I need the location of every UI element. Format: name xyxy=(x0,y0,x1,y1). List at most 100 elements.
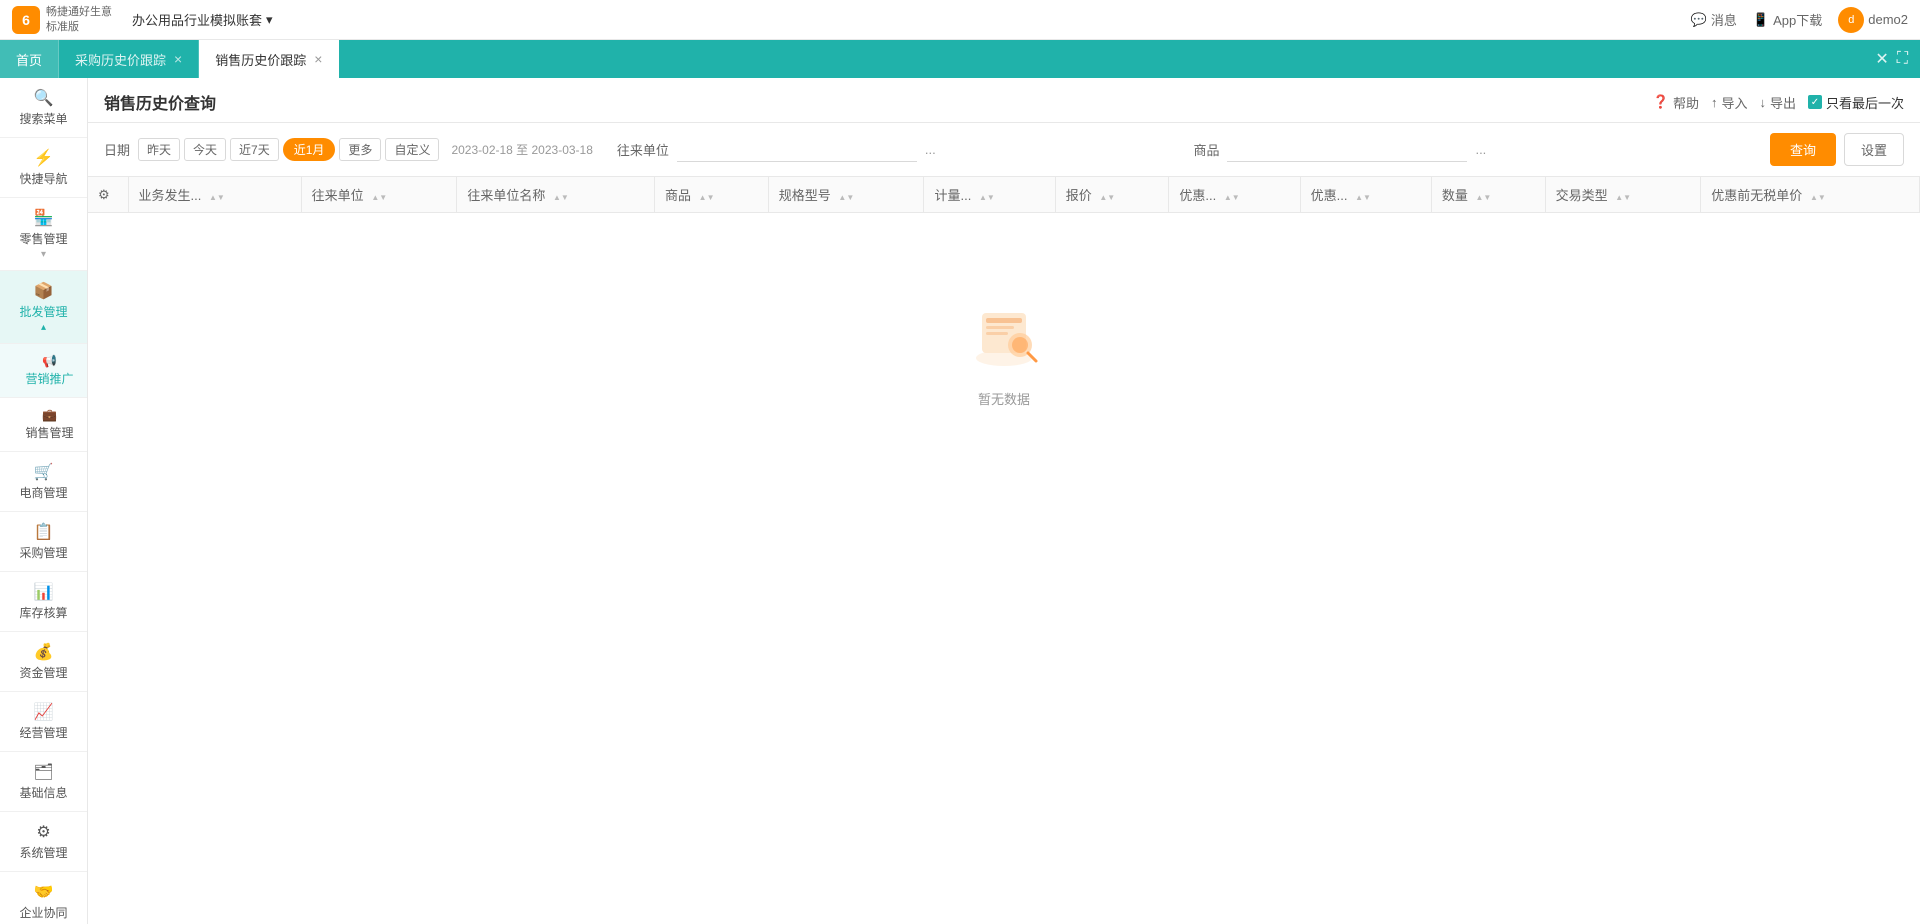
operations-icon: 📈 xyxy=(34,702,54,722)
col-from-unit[interactable]: 往来单位 ▲▼ xyxy=(301,177,457,213)
sidebar-item-purchase[interactable]: 📋 采购管理 xyxy=(0,512,87,572)
help-button[interactable]: ❓ 帮助 xyxy=(1653,93,1699,112)
message-button[interactable]: 💬 消息 xyxy=(1691,10,1737,29)
col-spec[interactable]: 规格型号 ▲▼ xyxy=(768,177,924,213)
col-settings: ⚙ xyxy=(88,177,128,213)
col-unit[interactable]: 计量... ▲▼ xyxy=(924,177,1055,213)
retail-icon: 🏪 xyxy=(34,208,54,228)
sort-discount1[interactable]: ▲▼ xyxy=(1224,194,1240,202)
main-layout: 🔍 搜索菜单 ⚡ 快捷导航 🏪 零售管理 ▾ 📦 批发管理 ▴ 📢 营销推广 💼… xyxy=(0,78,1920,924)
phone-icon: 📱 xyxy=(1753,12,1769,28)
sidebar-item-enterprise[interactable]: 🤝 企业协同 xyxy=(0,872,87,924)
sort-biz-date[interactable]: ▲▼ xyxy=(209,194,225,202)
chevron-up-icon: ▴ xyxy=(41,322,46,333)
app-download-button[interactable]: 📱 App下载 xyxy=(1753,10,1822,29)
help-icon: ❓ xyxy=(1653,94,1669,110)
close-all-tabs-button[interactable]: ✕ xyxy=(1875,49,1888,69)
col-biz-date[interactable]: 业务发生... ▲▼ xyxy=(128,177,301,213)
data-table: ⚙ 业务发生... ▲▼ 往来单位 ▲▼ 往来单位名称 ▲▼ xyxy=(88,177,1920,213)
sidebar-item-finance[interactable]: 💰 资金管理 xyxy=(0,632,87,692)
sort-unit[interactable]: ▲▼ xyxy=(979,194,995,202)
export-icon: ↓ xyxy=(1759,95,1766,110)
product-label: 商品 xyxy=(1193,140,1219,159)
empty-text: 暂无数据 xyxy=(978,389,1030,408)
sort-from-unit-name[interactable]: ▲▼ xyxy=(553,194,569,202)
sidebar-item-basic[interactable]: 🗂 基础信息 xyxy=(0,752,87,812)
col-discount2[interactable]: 优惠... ▲▼ xyxy=(1300,177,1431,213)
top-bar-left: 6 畅捷通好生意 标准版 办公用品行业模拟账套 ▾ xyxy=(12,5,273,34)
col-pretax-price[interactable]: 优惠前无税单价 ▲▼ xyxy=(1701,177,1920,213)
date-btn-7days[interactable]: 近7天 xyxy=(230,138,279,161)
sort-spec[interactable]: ▲▼ xyxy=(838,194,854,202)
sort-trade-type[interactable]: ▲▼ xyxy=(1615,194,1631,202)
sidebar-item-wholesale[interactable]: 📦 批发管理 ▴ xyxy=(0,271,87,344)
top-bar: 6 畅捷通好生意 标准版 办公用品行业模拟账套 ▾ 💬 消息 📱 App下载 d… xyxy=(0,0,1920,40)
top-bar-right: 💬 消息 📱 App下载 d demo2 xyxy=(1691,7,1908,33)
wholesale-icon: 📦 xyxy=(34,281,54,301)
basic-icon: 🗂 xyxy=(33,762,53,782)
from-unit-input[interactable] xyxy=(677,138,917,162)
date-btn-today[interactable]: 今天 xyxy=(184,138,226,161)
tab-purchase-close[interactable]: × xyxy=(174,51,182,67)
import-button[interactable]: ↑ 导入 xyxy=(1711,93,1748,112)
sidebar-item-operations[interactable]: 📈 经营管理 xyxy=(0,692,87,752)
tab-sales-close[interactable]: × xyxy=(314,51,322,67)
sidebar-subitem-marketing[interactable]: 📢 营销推广 xyxy=(0,344,87,398)
export-button[interactable]: ↓ 导出 xyxy=(1759,93,1796,112)
date-btn-more[interactable]: 更多 xyxy=(339,138,381,161)
sort-product[interactable]: ▲▼ xyxy=(699,194,715,202)
only-last-checkbox-label[interactable]: ✓ 只看最后一次 xyxy=(1808,93,1904,112)
date-btn-custom[interactable]: 自定义 xyxy=(385,138,439,161)
chevron-down-icon: ▾ xyxy=(41,249,46,260)
sort-from-unit[interactable]: ▲▼ xyxy=(371,194,387,202)
sort-pretax-price[interactable]: ▲▼ xyxy=(1810,194,1826,202)
maximize-button[interactable]: ⛶ xyxy=(1897,50,1908,68)
filter-actions: 查询 设置 xyxy=(1770,133,1904,166)
logo-area: 6 畅捷通好生意 标准版 xyxy=(12,5,112,34)
product-input[interactable] xyxy=(1227,138,1467,162)
col-product[interactable]: 商品 ▲▼ xyxy=(655,177,769,213)
company-selector[interactable]: 办公用品行业模拟账套 ▾ xyxy=(132,10,273,29)
finance-icon: 💰 xyxy=(34,642,54,662)
table-header-row: ⚙ 业务发生... ▲▼ 往来单位 ▲▼ 往来单位名称 ▲▼ xyxy=(88,177,1920,213)
table-wrapper: ⚙ 业务发生... ▲▼ 往来单位 ▲▼ 往来单位名称 ▲▼ xyxy=(88,177,1920,924)
from-unit-label: 往来单位 xyxy=(617,140,669,159)
page-header: 销售历史价查询 ❓ 帮助 ↑ 导入 ↓ 导出 ✓ xyxy=(88,78,1920,123)
col-discount1[interactable]: 优惠... ▲▼ xyxy=(1169,177,1300,213)
col-quote[interactable]: 报价 ▲▼ xyxy=(1055,177,1169,213)
tab-home[interactable]: 首页 xyxy=(0,40,59,78)
col-trade-type[interactable]: 交易类型 ▲▼ xyxy=(1545,177,1701,213)
col-from-unit-name[interactable]: 往来单位名称 ▲▼ xyxy=(457,177,655,213)
ecommerce-icon: 🛒 xyxy=(34,462,54,482)
sidebar-item-inventory[interactable]: 📊 库存核算 xyxy=(0,572,87,632)
sidebar-item-shortcut[interactable]: ⚡ 快捷导航 xyxy=(0,138,87,198)
col-qty[interactable]: 数量 ▲▼ xyxy=(1431,177,1545,213)
filter-row: 日期 昨天 今天 近7天 近1月 更多 自定义 2023-02-18 至 202… xyxy=(88,123,1920,177)
sort-discount2[interactable]: ▲▼ xyxy=(1355,194,1371,202)
message-icon: 💬 xyxy=(1691,12,1707,28)
tab-sales[interactable]: 销售历史价跟踪 × xyxy=(199,40,339,78)
sort-qty[interactable]: ▲▼ xyxy=(1476,194,1492,202)
page-title: 销售历史价查询 xyxy=(104,90,216,114)
settings-button[interactable]: 设置 xyxy=(1844,133,1904,166)
user-menu[interactable]: d demo2 xyxy=(1838,7,1908,33)
sidebar-subitem-sales-mgmt[interactable]: 💼 销售管理 xyxy=(0,398,87,452)
tab-purchase[interactable]: 采购历史价跟踪 × xyxy=(59,40,199,78)
sidebar-item-system[interactable]: ⚙ 系统管理 xyxy=(0,812,87,872)
date-buttons: 昨天 今天 近7天 近1月 更多 自定义 xyxy=(138,138,439,161)
from-unit-filter-group: 往来单位 ... xyxy=(617,138,1170,162)
sidebar-item-retail[interactable]: 🏪 零售管理 ▾ xyxy=(0,198,87,271)
date-btn-yesterday[interactable]: 昨天 xyxy=(138,138,180,161)
product-picker-button[interactable]: ... xyxy=(1475,142,1486,157)
sort-quote[interactable]: ▲▼ xyxy=(1099,194,1115,202)
settings-icon[interactable]: ⚙ xyxy=(98,187,110,202)
only-last-checkbox[interactable]: ✓ xyxy=(1808,95,1822,109)
avatar: d xyxy=(1838,7,1864,33)
date-btn-1month[interactable]: 近1月 xyxy=(283,138,336,161)
query-button[interactable]: 查询 xyxy=(1770,133,1836,166)
sidebar-item-ecommerce[interactable]: 🛒 电商管理 xyxy=(0,452,87,512)
from-unit-picker-button[interactable]: ... xyxy=(925,142,936,157)
sidebar-item-search[interactable]: 🔍 搜索菜单 xyxy=(0,78,87,138)
enterprise-icon: 🤝 xyxy=(34,882,54,902)
inventory-icon: 📊 xyxy=(34,582,54,602)
